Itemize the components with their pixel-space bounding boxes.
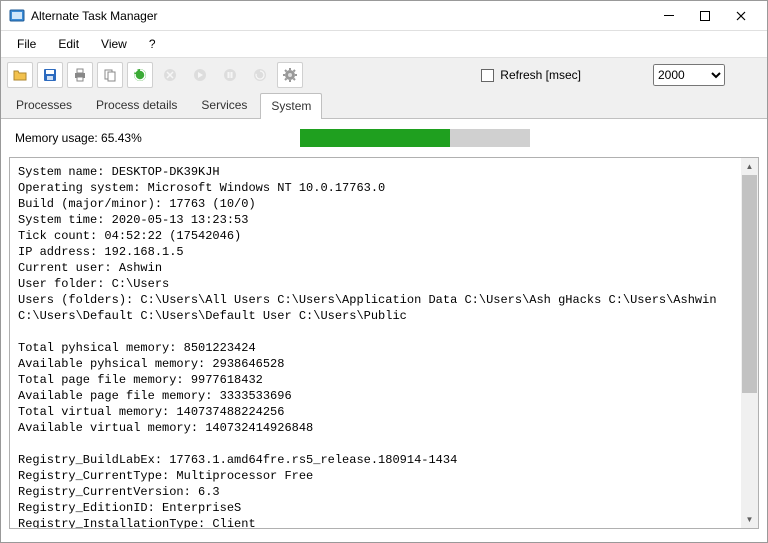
window-title: Alternate Task Manager <box>31 9 651 23</box>
tab-services[interactable]: Services <box>190 92 258 118</box>
menu-edit[interactable]: Edit <box>48 33 89 55</box>
save-button[interactable] <box>37 62 63 88</box>
window-controls <box>651 3 759 29</box>
settings-button[interactable] <box>277 62 303 88</box>
memory-usage-label: Memory usage: 65.43% <box>15 131 142 145</box>
maximize-button[interactable] <box>687 3 723 29</box>
memory-row: Memory usage: 65.43% <box>1 119 767 157</box>
open-button[interactable] <box>7 62 33 88</box>
print-button[interactable] <box>67 62 93 88</box>
title-bar: Alternate Task Manager <box>1 1 767 31</box>
scroll-down-icon[interactable]: ▼ <box>741 511 758 528</box>
memory-progress-bar <box>300 129 450 147</box>
refresh-button[interactable] <box>127 62 153 88</box>
minimize-button[interactable] <box>651 3 687 29</box>
restart-button <box>247 62 273 88</box>
copy-button[interactable] <box>97 62 123 88</box>
refresh-checkbox[interactable] <box>481 69 494 82</box>
refresh-section: Refresh [msec] 2000 <box>481 64 761 86</box>
tab-bar: Processes Process details Services Syste… <box>1 92 767 119</box>
system-info-text[interactable]: System name: DESKTOP-DK39KJH Operating s… <box>10 158 758 528</box>
refresh-label: Refresh [msec] <box>500 68 581 82</box>
refresh-interval-select[interactable]: 2000 <box>653 64 725 86</box>
scroll-up-icon[interactable]: ▲ <box>741 158 758 175</box>
scrollbar-thumb[interactable] <box>742 175 757 393</box>
menu-file[interactable]: File <box>7 33 46 55</box>
menu-bar: File Edit View ? <box>1 31 767 57</box>
memory-progress <box>300 129 530 147</box>
menu-help[interactable]: ? <box>139 33 166 55</box>
tab-system[interactable]: System <box>260 93 322 119</box>
app-icon <box>9 8 25 24</box>
stop-button <box>157 62 183 88</box>
close-button[interactable] <box>723 3 759 29</box>
play-button <box>187 62 213 88</box>
vertical-scrollbar[interactable]: ▲ ▼ <box>741 158 758 528</box>
system-info-panel: System name: DESKTOP-DK39KJH Operating s… <box>9 157 759 529</box>
tab-process-details[interactable]: Process details <box>85 92 188 118</box>
scrollbar-track[interactable] <box>741 175 758 511</box>
menu-view[interactable]: View <box>91 33 137 55</box>
toolbar: Refresh [msec] 2000 <box>1 57 767 93</box>
tab-processes[interactable]: Processes <box>5 92 83 118</box>
pause-button <box>217 62 243 88</box>
